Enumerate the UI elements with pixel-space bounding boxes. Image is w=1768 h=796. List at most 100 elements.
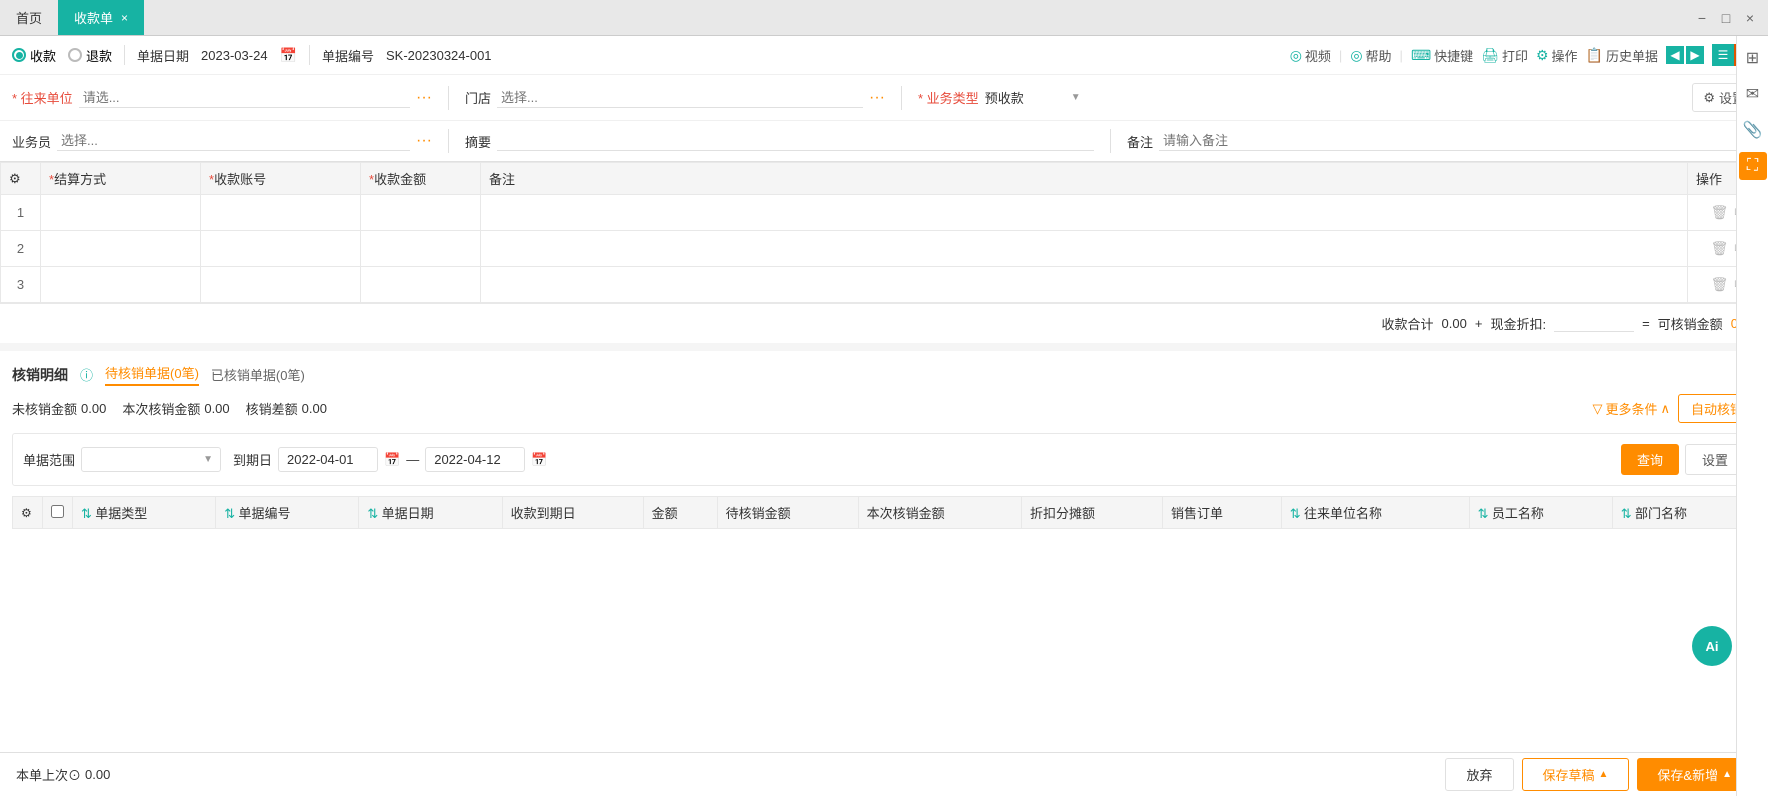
field-divider-1 [448, 86, 449, 110]
tab-home-label: 首页 [16, 8, 42, 27]
col-amount-label: 收款金额 [374, 172, 426, 187]
date-from-input[interactable] [278, 447, 378, 472]
refund-radio[interactable]: 退款 [68, 46, 112, 65]
pending-tab[interactable]: 待核销单据(0笔) [105, 363, 199, 386]
writeoff-info-icon[interactable]: ⓘ [80, 365, 93, 384]
biz-type-label: 业务类型 [918, 88, 979, 107]
col-payment-header: *结算方式 [41, 163, 201, 195]
row-3-delete-icon[interactable]: 🗑 [1711, 276, 1729, 293]
summary-row: 收款合计 0.00 + 现金折扣: = 可核销金额 0.00 [0, 303, 1768, 343]
calendar-icon[interactable]: 📅 [280, 47, 297, 64]
plus-sign: + [1475, 316, 1483, 331]
save-draft-button[interactable]: 保存草稿 ▲ [1522, 758, 1630, 791]
history-btn[interactable]: 📋 历史单据 [1586, 46, 1658, 65]
maximize-button[interactable]: □ [1716, 8, 1736, 28]
date-to-icon[interactable]: 📅 [531, 452, 547, 468]
date-to-input[interactable] [425, 447, 525, 472]
row-2-payment[interactable] [41, 231, 201, 267]
range-filter-group: 单据范围 ▼ [23, 447, 221, 472]
staff-label: 业务员 [12, 132, 51, 151]
operation-icon: ⚙ [1536, 47, 1549, 64]
col-settings-header[interactable]: ⚙ [1, 163, 41, 195]
more-conditions-btn[interactable]: ▽ 更多条件 ∧ [1592, 399, 1670, 418]
store-group: 门店 ··· [465, 88, 885, 108]
row-3-amount[interactable] [361, 267, 481, 303]
next-arrow[interactable]: ▶ [1686, 46, 1704, 64]
summary-label: 摘要 [465, 132, 491, 151]
prev-arrow[interactable]: ◀ [1666, 46, 1684, 64]
counterpart-more-icon[interactable]: ··· [416, 89, 432, 107]
video-btn[interactable]: ◎ 视频 [1290, 46, 1331, 65]
sidebar-screen-icon[interactable]: ⛶ [1739, 152, 1767, 180]
tab-close-icon[interactable]: × [121, 11, 128, 25]
current-label: 本次核销金额 [122, 399, 200, 418]
remark-input[interactable] [1159, 131, 1756, 151]
store-input[interactable] [497, 88, 863, 108]
help-btn[interactable]: ◎ 帮助 [1350, 46, 1391, 65]
minimize-button[interactable]: − [1692, 8, 1712, 28]
row-1-account[interactable] [201, 195, 361, 231]
row-1-delete-icon[interactable]: 🗑 [1711, 204, 1729, 221]
row-1-remark[interactable] [481, 195, 1688, 231]
tab-current[interactable]: 收款单 × [58, 0, 144, 35]
range-select[interactable] [81, 447, 221, 472]
sidebar-table-icon[interactable]: ⊞ [1739, 44, 1767, 72]
biz-type-arrow[interactable]: ▼ [1071, 92, 1081, 103]
store-more-icon[interactable]: ··· [869, 89, 885, 107]
discard-button[interactable]: 放弃 [1445, 758, 1513, 791]
row-3-payment[interactable] [41, 267, 201, 303]
detail-col-current: 本次核销金额 [858, 497, 1021, 529]
receipt-label: 收款 [30, 46, 56, 65]
row-3-account[interactable] [201, 267, 361, 303]
row-2-amount[interactable] [361, 231, 481, 267]
sidebar-mail-icon[interactable]: ✉ [1739, 80, 1767, 108]
unchecked-stat: 未核销金额 0.00 [12, 399, 106, 418]
tab-home[interactable]: 首页 [0, 0, 58, 35]
right-sidebar: ⊞ ✉ 📎 ⛶ [1736, 36, 1768, 796]
row-2-remark[interactable] [481, 231, 1688, 267]
detail-col-staff: ⇅ 员工名称 [1469, 497, 1612, 529]
counterpart-group: 往来单位 ··· [12, 88, 432, 108]
col-amount-header: *收款金额 [361, 163, 481, 195]
row-2-delete-icon[interactable]: 🗑 [1711, 240, 1729, 257]
biz-type-value: 预收款 [985, 88, 1065, 107]
row-1-payment[interactable] [41, 195, 201, 231]
remark-group: 备注 [1127, 131, 1756, 151]
staff-more-icon[interactable]: ··· [416, 132, 432, 150]
receipt-radio[interactable]: 收款 [12, 46, 56, 65]
save-new-button[interactable]: 保存&新增 ▲ [1637, 758, 1752, 791]
sidebar-clip-icon[interactable]: 📎 [1739, 116, 1767, 144]
discount-input[interactable] [1554, 316, 1634, 332]
select-all-checkbox[interactable] [51, 505, 64, 518]
unchecked-label: 未核销金额 [12, 399, 77, 418]
unchecked-value: 0.00 [81, 401, 106, 416]
counterpart-input[interactable] [79, 88, 410, 108]
more-conditions-label: 更多条件 [1605, 399, 1657, 418]
row-2-account[interactable] [201, 231, 361, 267]
date-value[interactable]: 2023-03-24 [201, 48, 268, 63]
close-button[interactable]: × [1740, 8, 1760, 28]
detail-col-settings[interactable]: ⚙ [13, 497, 43, 529]
shortcut-btn[interactable]: ⌨ 快捷键 [1411, 46, 1473, 65]
toolbar-right: ◎ 视频 | ◎ 帮助 | ⌨ 快捷键 🖨 打印 ⚙ [1290, 44, 1756, 66]
detail-col-checkbox[interactable] [43, 497, 73, 529]
total-label: 收款合计 [1382, 314, 1434, 333]
operation-btn[interactable]: ⚙ 操作 [1536, 46, 1578, 65]
fields-row-1: 往来单位 ··· 门店 ··· 业务类型 预收款 ▼ ⚙ 设置 [0, 75, 1768, 121]
detail-col-discount: 折扣分摊额 [1021, 497, 1162, 529]
row-1-amount[interactable] [361, 195, 481, 231]
staff-input[interactable] [57, 131, 410, 151]
fields-row-2: 业务员 ··· 摘要 备注 [0, 121, 1768, 161]
query-button[interactable]: 查询 [1621, 444, 1679, 475]
shortcut-icon: ⌨ [1411, 47, 1431, 64]
ai-badge[interactable]: Ai [1692, 626, 1732, 666]
done-tab[interactable]: 已核销单据(0笔) [211, 365, 305, 384]
row-3-remark[interactable] [481, 267, 1688, 303]
list-view-btn[interactable]: ☰ [1712, 44, 1734, 66]
field-divider-2 [901, 86, 902, 110]
number-value[interactable]: SK-20230324-001 [386, 48, 492, 63]
summary-input[interactable] [497, 131, 1094, 151]
date-from-icon[interactable]: 📅 [384, 452, 400, 468]
staff-group: 业务员 ··· [12, 131, 432, 151]
print-btn[interactable]: 🖨 打印 [1481, 46, 1528, 65]
